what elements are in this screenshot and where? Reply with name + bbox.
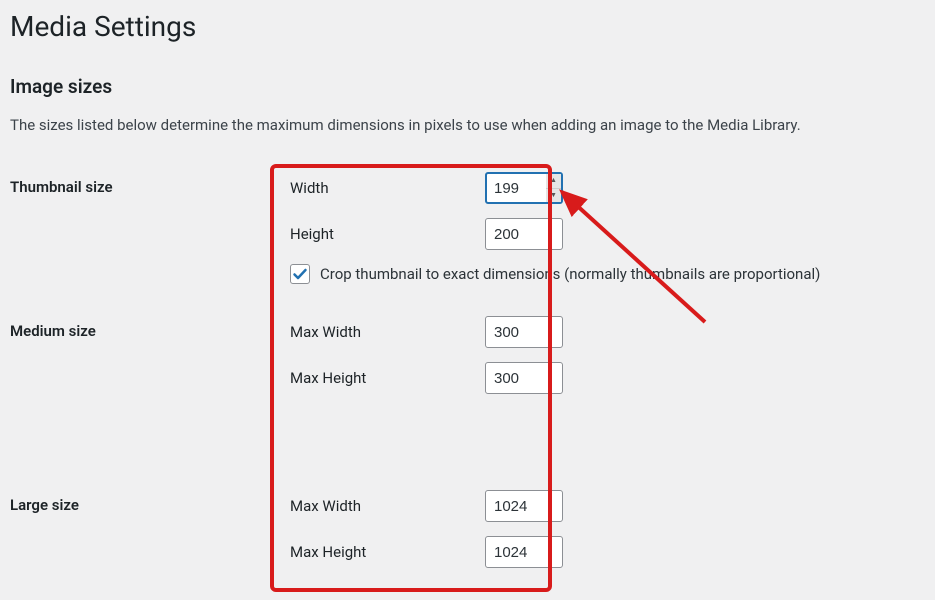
medium-max-width-label: Max Width xyxy=(290,323,485,341)
medium-max-width-input[interactable] xyxy=(485,316,563,348)
thumbnail-height-label: Height xyxy=(290,225,485,243)
thumbnail-width-label: Width xyxy=(290,179,485,197)
thumbnail-size-heading: Thumbnail size xyxy=(0,156,270,300)
settings-table: Thumbnail size Width ▲ ▼ Height xyxy=(0,156,935,598)
large-max-height-input[interactable] xyxy=(485,536,563,568)
medium-max-height-label: Max Height xyxy=(290,369,485,387)
thumbnail-crop-checkbox[interactable] xyxy=(290,264,310,284)
large-max-width-input[interactable] xyxy=(485,490,563,522)
check-icon xyxy=(292,266,308,282)
section-description: The sizes listed below determine the max… xyxy=(0,108,935,156)
medium-max-height-input[interactable] xyxy=(485,362,563,394)
spinner-down-icon[interactable]: ▼ xyxy=(546,189,561,203)
large-max-height-label: Max Height xyxy=(290,543,485,561)
thumbnail-crop-label: Crop thumbnail to exact dimensions (norm… xyxy=(320,265,820,283)
section-title: Image sizes xyxy=(0,43,935,108)
large-max-width-label: Max Width xyxy=(290,497,485,515)
large-size-heading: Large size xyxy=(0,474,270,598)
spinner-up-icon[interactable]: ▲ xyxy=(546,174,561,189)
medium-size-heading: Medium size xyxy=(0,300,270,474)
page-title: Media Settings xyxy=(0,0,935,43)
thumbnail-height-input[interactable] xyxy=(485,218,563,250)
